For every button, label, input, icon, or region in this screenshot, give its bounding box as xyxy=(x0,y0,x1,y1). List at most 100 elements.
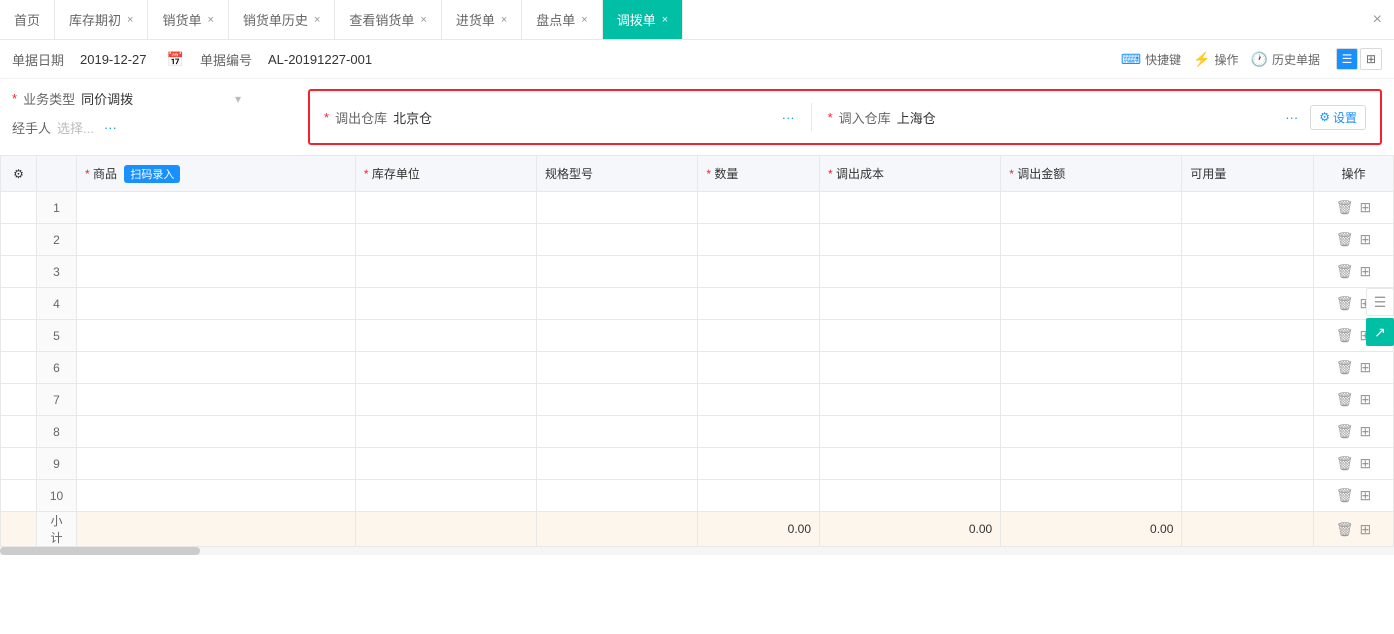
row-trash-icon-6[interactable]: 🗑 xyxy=(1336,359,1354,376)
row-cost-8[interactable] xyxy=(820,416,1001,448)
subtotal-copy-icon[interactable]: ⊞ xyxy=(1360,521,1372,538)
row-goods-5[interactable] xyxy=(77,320,356,352)
row-qty-6[interactable] xyxy=(698,352,820,384)
tab-stocktake[interactable]: 盘点单 × xyxy=(522,0,602,39)
row-copy-icon-6[interactable]: ⊞ xyxy=(1360,359,1372,376)
row-trash-icon-4[interactable]: 🗑 xyxy=(1336,295,1354,312)
row-copy-icon-2[interactable]: ⊞ xyxy=(1360,231,1372,248)
row-copy-icon-8[interactable]: ⊞ xyxy=(1360,423,1372,440)
row-qty-9[interactable] xyxy=(698,448,820,480)
tab-view-sales[interactable]: 查看销货单 × xyxy=(335,0,441,39)
row-cost-6[interactable] xyxy=(820,352,1001,384)
horizontal-scrollbar[interactable] xyxy=(0,547,1394,555)
row-unit-1[interactable] xyxy=(355,192,536,224)
row-qty-5[interactable] xyxy=(698,320,820,352)
row-copy-icon-3[interactable]: ⊞ xyxy=(1360,263,1372,280)
row-trash-icon-1[interactable]: 🗑 xyxy=(1336,199,1354,216)
tab-view-sales-close[interactable]: × xyxy=(420,14,426,26)
row-spec-4[interactable] xyxy=(537,288,698,320)
row-unit-6[interactable] xyxy=(355,352,536,384)
row-spec-1[interactable] xyxy=(537,192,698,224)
row-spec-9[interactable] xyxy=(537,448,698,480)
shortcuts-button[interactable]: ⌨ 快捷键 xyxy=(1121,51,1181,68)
window-close-button[interactable]: × xyxy=(1373,11,1382,29)
row-qty-10[interactable] xyxy=(698,480,820,512)
row-spec-5[interactable] xyxy=(537,320,698,352)
row-cost-10[interactable] xyxy=(820,480,1001,512)
row-trash-icon-2[interactable]: 🗑 xyxy=(1336,231,1354,248)
row-amount-9[interactable] xyxy=(1001,448,1182,480)
row-unit-3[interactable] xyxy=(355,256,536,288)
row-qty-3[interactable] xyxy=(698,256,820,288)
row-goods-3[interactable] xyxy=(77,256,356,288)
row-cost-9[interactable] xyxy=(820,448,1001,480)
row-amount-2[interactable] xyxy=(1001,224,1182,256)
row-amount-3[interactable] xyxy=(1001,256,1182,288)
row-amount-8[interactable] xyxy=(1001,416,1182,448)
row-trash-icon-10[interactable]: 🗑 xyxy=(1336,487,1354,504)
in-warehouse-more-icon[interactable]: ··· xyxy=(1285,110,1298,125)
view-list-button[interactable]: ☰ xyxy=(1336,48,1358,70)
row-trash-icon-8[interactable]: 🗑 xyxy=(1336,423,1354,440)
row-spec-6[interactable] xyxy=(537,352,698,384)
row-amount-1[interactable] xyxy=(1001,192,1182,224)
handler-placeholder[interactable]: 选择... xyxy=(57,118,94,137)
float-list-button[interactable]: ☰ xyxy=(1366,288,1394,316)
row-unit-4[interactable] xyxy=(355,288,536,320)
row-cost-1[interactable] xyxy=(820,192,1001,224)
tab-sales-history-close[interactable]: × xyxy=(314,14,320,26)
row-trash-icon-9[interactable]: 🗑 xyxy=(1336,455,1354,472)
row-copy-icon-7[interactable]: ⊞ xyxy=(1360,391,1372,408)
biz-type-select[interactable]: 同价调拨 ▾ xyxy=(81,89,241,108)
row-spec-7[interactable] xyxy=(537,384,698,416)
gear-column-header[interactable]: ⚙ xyxy=(1,156,37,192)
row-goods-10[interactable] xyxy=(77,480,356,512)
row-copy-icon-1[interactable]: ⊞ xyxy=(1360,199,1372,216)
row-copy-icon-10[interactable]: ⊞ xyxy=(1360,487,1372,504)
row-cost-3[interactable] xyxy=(820,256,1001,288)
row-unit-2[interactable] xyxy=(355,224,536,256)
row-qty-2[interactable] xyxy=(698,224,820,256)
row-amount-7[interactable] xyxy=(1001,384,1182,416)
tab-sales-order-close[interactable]: × xyxy=(207,14,213,26)
tab-transfer[interactable]: 调拨单 × xyxy=(603,0,683,39)
row-qty-7[interactable] xyxy=(698,384,820,416)
row-amount-5[interactable] xyxy=(1001,320,1182,352)
row-goods-2[interactable] xyxy=(77,224,356,256)
row-goods-1[interactable] xyxy=(77,192,356,224)
row-qty-8[interactable] xyxy=(698,416,820,448)
row-trash-icon-5[interactable]: 🗑 xyxy=(1336,327,1354,344)
float-share-button[interactable]: ↗ xyxy=(1366,318,1394,346)
tab-stocktake-close[interactable]: × xyxy=(581,14,587,26)
row-cost-7[interactable] xyxy=(820,384,1001,416)
row-unit-10[interactable] xyxy=(355,480,536,512)
tab-purchase-close[interactable]: × xyxy=(501,14,507,26)
tab-transfer-close[interactable]: × xyxy=(662,14,668,26)
row-amount-10[interactable] xyxy=(1001,480,1182,512)
row-cost-5[interactable] xyxy=(820,320,1001,352)
row-spec-10[interactable] xyxy=(537,480,698,512)
row-amount-4[interactable] xyxy=(1001,288,1182,320)
row-amount-6[interactable] xyxy=(1001,352,1182,384)
view-grid-button[interactable]: ⊞ xyxy=(1360,48,1382,70)
scan-entry-button[interactable]: 扫码录入 xyxy=(124,165,180,183)
row-unit-7[interactable] xyxy=(355,384,536,416)
row-goods-8[interactable] xyxy=(77,416,356,448)
tab-sales-history[interactable]: 销货单历史 × xyxy=(229,0,335,39)
tab-inventory-init[interactable]: 库存期初 × xyxy=(55,0,148,39)
row-qty-1[interactable] xyxy=(698,192,820,224)
tab-inventory-init-close[interactable]: × xyxy=(127,14,133,26)
out-warehouse-value[interactable]: 北京仓 xyxy=(393,108,776,127)
tab-sales-order[interactable]: 销货单 × xyxy=(148,0,228,39)
warehouse-settings-button[interactable]: ⚙ 设置 xyxy=(1310,105,1366,130)
row-trash-icon-3[interactable]: 🗑 xyxy=(1336,263,1354,280)
row-unit-8[interactable] xyxy=(355,416,536,448)
row-goods-6[interactable] xyxy=(77,352,356,384)
row-trash-icon-7[interactable]: 🗑 xyxy=(1336,391,1354,408)
row-qty-4[interactable] xyxy=(698,288,820,320)
row-goods-9[interactable] xyxy=(77,448,356,480)
in-warehouse-value[interactable]: 上海仓 xyxy=(897,108,1280,127)
calendar-icon[interactable]: 📅 xyxy=(167,51,184,68)
row-cost-4[interactable] xyxy=(820,288,1001,320)
subtotal-trash-icon[interactable]: 🗑 xyxy=(1336,521,1354,538)
